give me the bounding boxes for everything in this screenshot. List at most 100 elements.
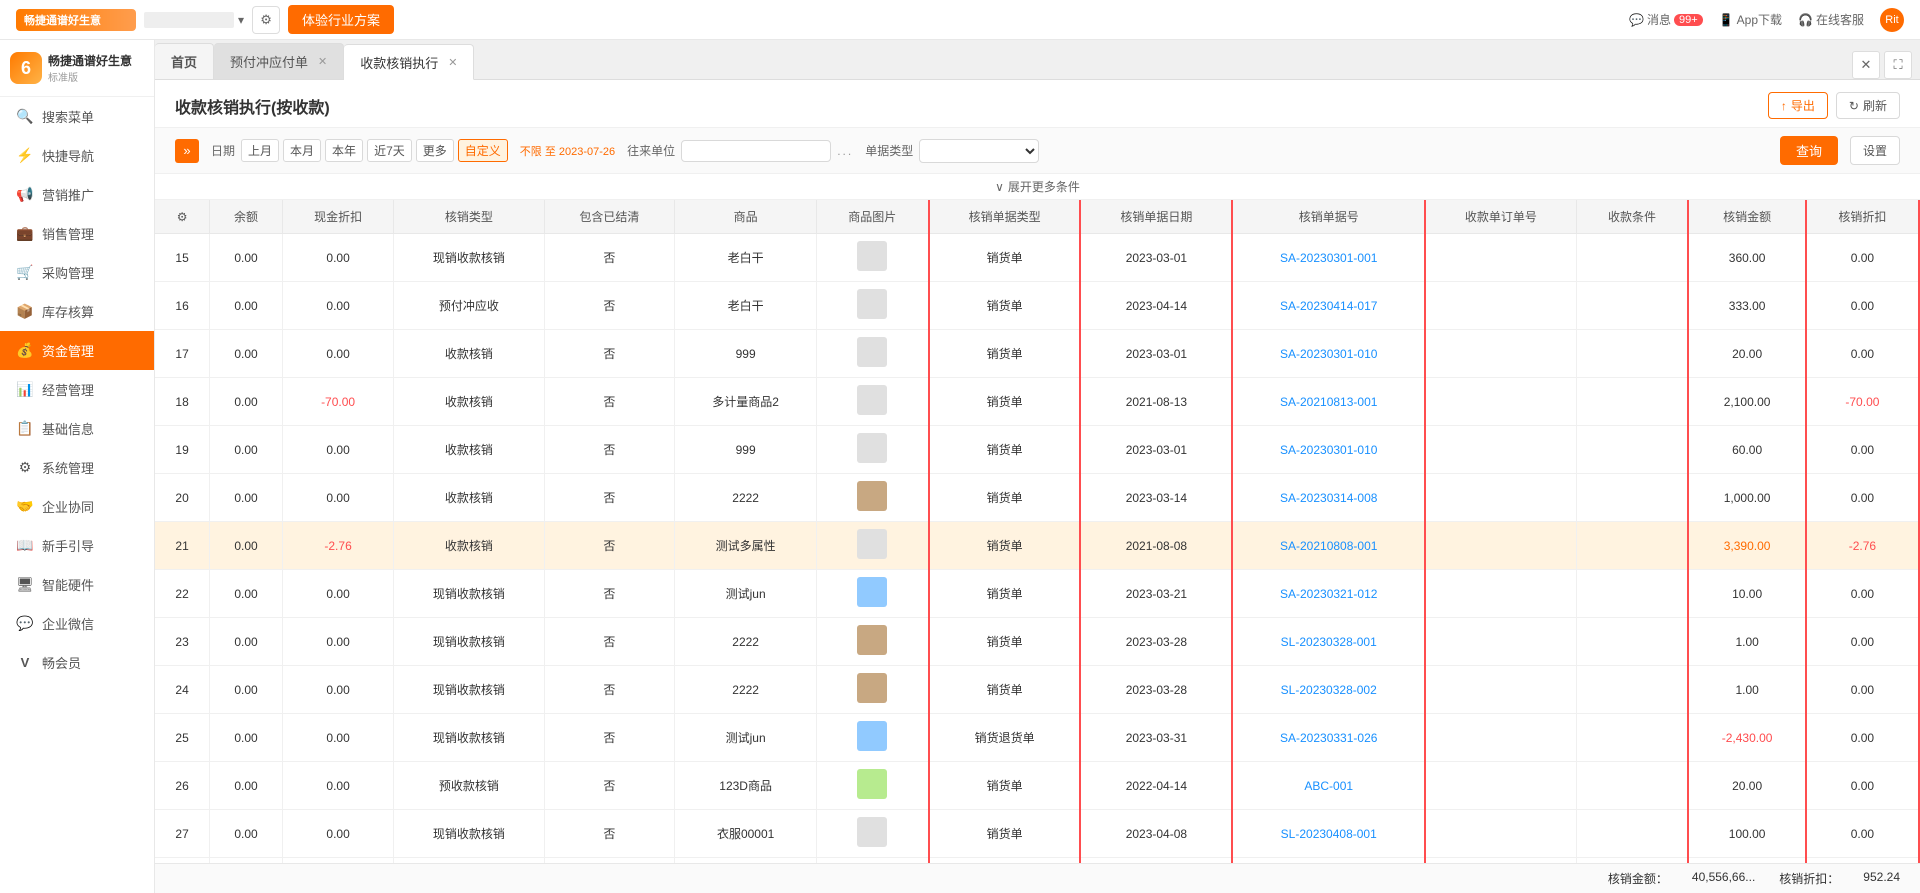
bill-no-link[interactable]: SA-20230301-010: [1280, 443, 1377, 457]
total-amount-label: 核销金额：: [1608, 870, 1668, 887]
filter-dots: ...: [837, 144, 853, 158]
date-btn-more[interactable]: 更多: [416, 139, 454, 162]
bill-type-select[interactable]: [919, 139, 1039, 163]
lightning-icon: ⚡: [16, 147, 34, 165]
sidebar-item-label: 经营管理: [42, 380, 94, 399]
bill-no-link[interactable]: SA-20230331-026: [1280, 731, 1377, 745]
sidebar-item-label: 新手引导: [42, 536, 94, 555]
close-tab-btn[interactable]: ✕: [1852, 51, 1880, 79]
row-include-settled: 否: [544, 426, 675, 474]
row-condition: [1576, 282, 1688, 330]
online-service-btn[interactable]: 🎧 在线客服: [1798, 11, 1864, 28]
export-icon: ↑: [1781, 99, 1787, 113]
row-product-img: [816, 474, 928, 522]
sidebar-item-sales[interactable]: 💼 销售管理: [0, 214, 154, 253]
app-download-btn[interactable]: 📱 App下载: [1719, 11, 1782, 28]
user-avatar[interactable]: Rit: [1880, 8, 1904, 32]
sidebar-item-operations[interactable]: 📊 经营管理: [0, 370, 154, 409]
tab-home[interactable]: 首页: [155, 43, 214, 79]
sidebar-item-label: 基础信息: [42, 419, 94, 438]
sidebar-item-purchase[interactable]: 🛒 采购管理: [0, 253, 154, 292]
row-bill-type: 销货单: [929, 234, 1081, 282]
row-condition: [1576, 378, 1688, 426]
col-product-img: 商品图片: [816, 200, 928, 234]
sidebar-item-member[interactable]: V 畅会员: [0, 643, 154, 682]
bill-no-link[interactable]: SL-20230328-001: [1281, 635, 1377, 649]
hardware-icon: 🖥: [16, 576, 34, 594]
bill-no-link[interactable]: SA-20210813-001: [1280, 395, 1377, 409]
row-include-settled: 否: [544, 618, 675, 666]
tab-collection[interactable]: 收款核销执行 ✕: [344, 44, 474, 80]
sidebar-item-hardware[interactable]: 🖥 智能硬件: [0, 565, 154, 604]
sidebar-item-inventory[interactable]: 📦 库存核算: [0, 292, 154, 331]
row-type: 现销收款核销: [394, 570, 544, 618]
page-title: 收款核销执行(按收款): [175, 94, 330, 118]
row-condition: [1576, 762, 1688, 810]
date-btn-custom[interactable]: 自定义: [458, 139, 508, 162]
row-type: 收款核销: [394, 378, 544, 426]
bill-no-link[interactable]: SA-20210808-001: [1280, 539, 1377, 553]
solution-button[interactable]: 体验行业方案: [288, 5, 394, 34]
sidebar-item-collab[interactable]: 🤝 企业协同: [0, 487, 154, 526]
date-btn-7days[interactable]: 近7天: [367, 139, 412, 162]
bill-no-link[interactable]: SA-20230314-008: [1280, 491, 1377, 505]
product-img: [857, 529, 887, 559]
sidebar-item-search[interactable]: 🔍 搜索菜单: [0, 97, 154, 136]
product-img: [857, 817, 887, 847]
refresh-button[interactable]: ↻ 刷新: [1836, 92, 1900, 119]
filter-toggle-btn[interactable]: »: [175, 139, 199, 163]
sidebar-item-shortcuts[interactable]: ⚡ 快捷导航: [0, 136, 154, 175]
row-amount: 2,100.00: [1688, 378, 1805, 426]
marketing-icon: 📢: [16, 186, 34, 204]
sidebar-item-finance[interactable]: 💰 资金管理: [0, 331, 154, 370]
row-type: 预付冲应收: [394, 282, 544, 330]
sidebar-item-system[interactable]: ⚙ 系统管理: [0, 448, 154, 487]
close-tab-prepayment[interactable]: ✕: [318, 55, 327, 68]
settings-button[interactable]: 设置: [1850, 136, 1900, 165]
row-id: 27: [155, 810, 210, 858]
row-include-settled: 否: [544, 378, 675, 426]
settings-icon[interactable]: ⚙: [252, 6, 280, 34]
col-discount: 核销折扣: [1806, 200, 1919, 234]
messages-btn[interactable]: 💬 消息 99+: [1629, 11, 1703, 28]
row-id: 15: [155, 234, 210, 282]
date-btn-this-year[interactable]: 本年: [325, 139, 363, 162]
row-discount: 0.00: [1806, 666, 1919, 714]
row-cash-discount: 0.00: [282, 810, 393, 858]
sidebar-item-guide[interactable]: 📖 新手引导: [0, 526, 154, 565]
sidebar-item-marketing[interactable]: 📢 营销推广: [0, 175, 154, 214]
col-settings[interactable]: ⚙: [155, 200, 210, 234]
close-tab-collection[interactable]: ✕: [448, 56, 457, 69]
counterpart-input[interactable]: [681, 140, 831, 162]
bill-no-link[interactable]: SA-20230301-010: [1280, 347, 1377, 361]
bill-no-link[interactable]: SA-20230414-017: [1280, 299, 1377, 313]
bill-no-link[interactable]: ABC-001: [1304, 779, 1353, 793]
maximize-tab-btn[interactable]: ⛶: [1884, 51, 1912, 79]
export-button[interactable]: ↑ 导出: [1768, 92, 1828, 119]
row-cash-discount: 0.00: [282, 474, 393, 522]
app-logo: 畅捷通谱好生意: [16, 9, 136, 31]
tab-prepayment[interactable]: 预付冲应付单 ✕: [214, 43, 344, 79]
sidebar-item-basics[interactable]: 📋 基础信息: [0, 409, 154, 448]
expand-more-btn[interactable]: ∨ 展开更多条件: [995, 178, 1080, 195]
bill-no-link[interactable]: SA-20230321-012: [1280, 587, 1377, 601]
workspace-dropdown[interactable]: ▾: [144, 12, 244, 28]
date-btn-last-month[interactable]: 上月: [241, 139, 279, 162]
row-cash-discount: 0.00: [282, 666, 393, 714]
row-type: 现销收款核销: [394, 666, 544, 714]
total-discount-value: 952.24: [1863, 870, 1900, 887]
bill-no-link[interactable]: SL-20230408-001: [1281, 827, 1377, 841]
date-btn-this-month[interactable]: 本月: [283, 139, 321, 162]
bill-no-link[interactable]: SA-20230301-001: [1280, 251, 1377, 265]
bill-no-link[interactable]: SL-20230328-002: [1281, 683, 1377, 697]
data-table-wrapper[interactable]: ⚙ 余额 现金折扣 核销类型 包含已结清 商品 商品图片 核销单据类型 核销单据…: [155, 200, 1920, 863]
query-button[interactable]: 查询: [1780, 136, 1838, 165]
row-bill-no: SA-20230414-017: [1232, 282, 1425, 330]
row-id: 16: [155, 282, 210, 330]
row-product: 123D商品: [675, 762, 817, 810]
date-label: 日期: [211, 142, 235, 159]
sidebar-item-wechat[interactable]: 💬 企业微信: [0, 604, 154, 643]
finance-icon: 💰: [16, 342, 34, 360]
page-header: 收款核销执行(按收款) ↑ 导出 ↻ 刷新: [155, 80, 1920, 128]
row-id: 18: [155, 378, 210, 426]
